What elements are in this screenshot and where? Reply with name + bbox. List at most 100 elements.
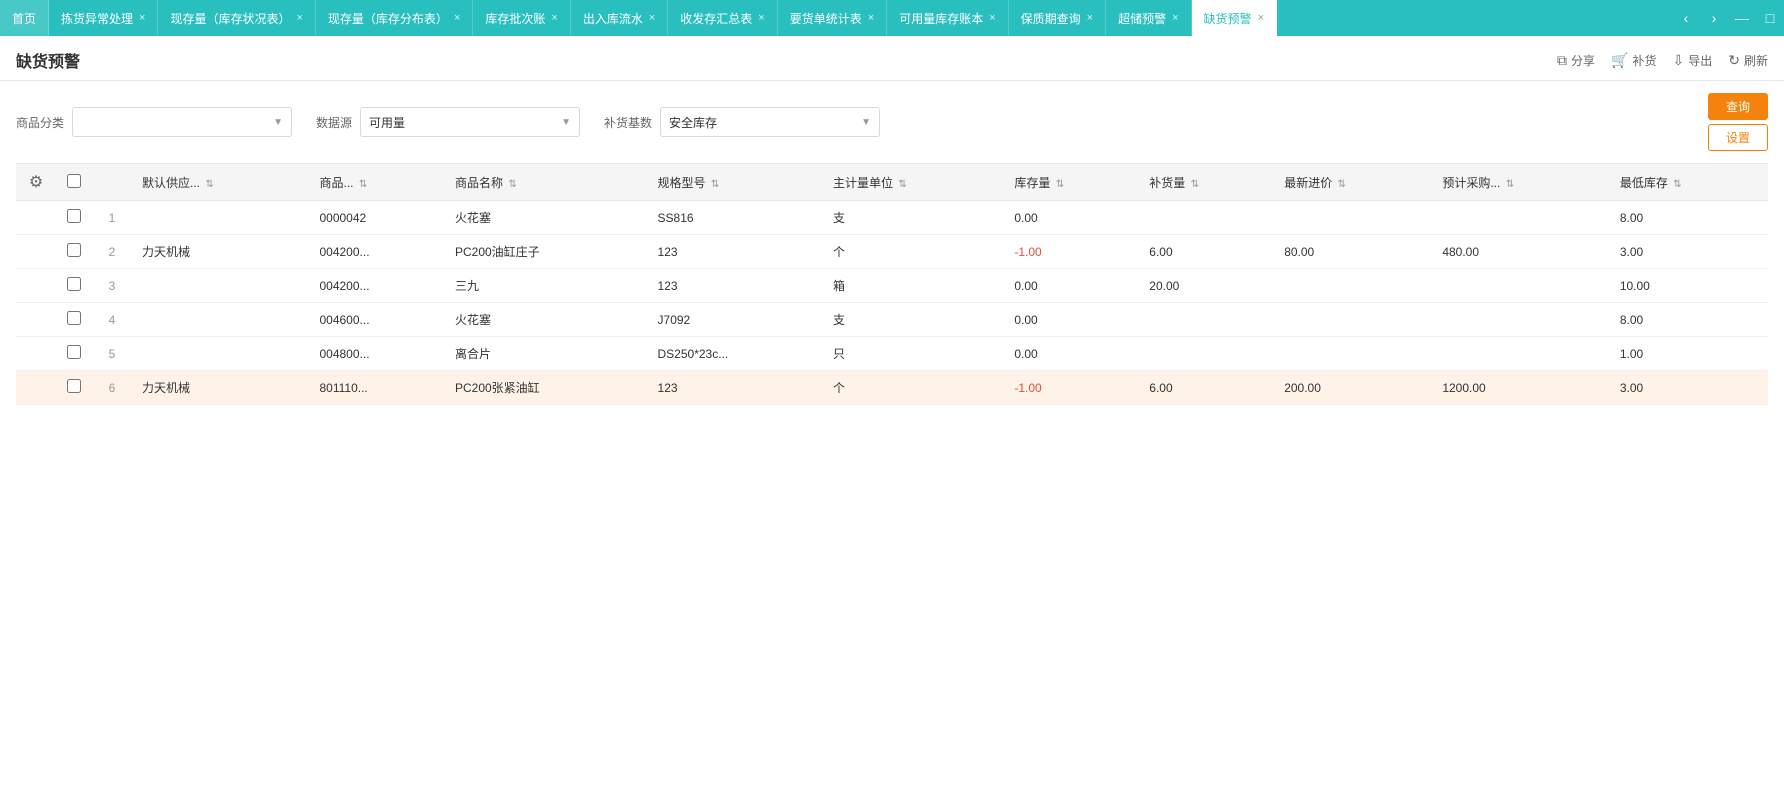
datasource-select[interactable]: 可用量 ▼	[360, 107, 580, 137]
row-product-code: 004200...	[309, 235, 445, 269]
tab-close-inventory-dist[interactable]: ×	[454, 12, 460, 24]
row-replenish-qty: 20.00	[1139, 269, 1274, 303]
row-checkbox-3[interactable]	[67, 311, 81, 325]
col-header-latest-price[interactable]: 最新进价 ⇅	[1274, 164, 1432, 201]
row-index: 4	[92, 303, 132, 337]
tab-next-button[interactable]: ›	[1700, 0, 1728, 36]
sort-icon-unit: ⇅	[898, 179, 906, 190]
datasource-chevron-down-icon: ▼	[561, 117, 571, 128]
row-product-name: PC200张紧油缸	[445, 371, 648, 405]
row-settings-cell	[16, 337, 56, 371]
refresh-button[interactable]: ↻ 刷新	[1728, 52, 1768, 69]
col-header-stock[interactable]: 库存量 ⇅	[1004, 164, 1139, 201]
row-replenish-qty	[1139, 201, 1274, 235]
sort-icon-product-name: ⇅	[508, 179, 516, 190]
row-replenish-qty	[1139, 337, 1274, 371]
export-button[interactable]: ⇩ 导出	[1673, 52, 1713, 69]
row-checkbox-cell	[56, 235, 92, 269]
tab-close-receipt-summary[interactable]: ×	[758, 12, 764, 24]
row-checkbox-0[interactable]	[67, 209, 81, 223]
tab-overstock[interactable]: 超储预警 ×	[1106, 0, 1191, 36]
tab-close-demand-stats[interactable]: ×	[868, 12, 874, 24]
share-button[interactable]: ⧉ 分享	[1557, 52, 1595, 69]
row-min-stock: 3.00	[1610, 371, 1768, 405]
tab-close-shortage[interactable]: ×	[1258, 12, 1264, 24]
row-settings-cell	[16, 235, 56, 269]
replenish-button[interactable]: 🛒 补货	[1611, 52, 1656, 69]
table-row: 4 004600... 火花塞 J7092 支 0.00 8.00	[16, 303, 1768, 337]
tab-minimize-button[interactable]: —	[1728, 0, 1756, 36]
row-spec: 123	[648, 371, 823, 405]
tab-demand-stats[interactable]: 要货单统计表 ×	[778, 0, 887, 36]
tab-home[interactable]: 首页	[0, 0, 49, 36]
tab-receipt-summary[interactable]: 收发存汇总表 ×	[668, 0, 777, 36]
row-product-name: 火花塞	[445, 303, 648, 337]
col-header-replenish-qty[interactable]: 补货量 ⇅	[1139, 164, 1274, 201]
category-chevron-down-icon: ▼	[273, 117, 283, 128]
row-supplier	[132, 303, 309, 337]
tab-prev-button[interactable]: ‹	[1672, 0, 1700, 36]
category-select[interactable]: ▼	[72, 107, 292, 137]
replenish-basis-chevron-down-icon: ▼	[861, 117, 871, 128]
tab-inout-flow[interactable]: 出入库流水 ×	[571, 0, 668, 36]
row-latest-price	[1274, 269, 1432, 303]
tab-close-inventory-status[interactable]: ×	[296, 12, 302, 24]
col-header-settings: ⚙	[16, 164, 56, 201]
row-spec: 123	[648, 235, 823, 269]
data-table: ⚙ 默认供应... ⇅ 商品... ⇅ 商品名称	[16, 163, 1768, 405]
row-index: 6	[92, 371, 132, 405]
tab-inventory-dist[interactable]: 现存量（库存分布表） ×	[316, 0, 473, 36]
tab-maximize-button[interactable]: □	[1756, 0, 1784, 36]
table-body: 1 0000042 火花塞 SS816 支 0.00 8.00 2 力天机械 0…	[16, 201, 1768, 405]
replenish-basis-select[interactable]: 安全库存 ▼	[660, 107, 880, 137]
row-stock: -1.00	[1004, 371, 1139, 405]
row-spec: 123	[648, 269, 823, 303]
col-header-index	[92, 164, 132, 201]
col-header-product-code[interactable]: 商品... ⇅	[309, 164, 445, 201]
col-header-min-stock[interactable]: 最低库存 ⇅	[1610, 164, 1768, 201]
row-checkbox-5[interactable]	[67, 379, 81, 393]
tab-batch-account[interactable]: 库存批次账 ×	[473, 0, 570, 36]
tab-expiry-query[interactable]: 保质期查询 ×	[1009, 0, 1106, 36]
row-checkbox-2[interactable]	[67, 277, 81, 291]
tab-close-available-ledger[interactable]: ×	[989, 12, 995, 24]
row-checkbox-cell	[56, 337, 92, 371]
tab-close-expiry-query[interactable]: ×	[1087, 12, 1093, 24]
tab-inventory-status[interactable]: 现存量（库存状况表） ×	[158, 0, 315, 36]
tab-close-batch-account[interactable]: ×	[551, 12, 557, 24]
settings-button[interactable]: 设置	[1708, 124, 1768, 151]
query-button[interactable]: 查询	[1708, 93, 1768, 120]
col-header-product-name[interactable]: 商品名称 ⇅	[445, 164, 648, 201]
col-header-unit[interactable]: 主计量单位 ⇅	[823, 164, 1004, 201]
tab-available-ledger[interactable]: 可用量库存账本 ×	[887, 0, 1008, 36]
tab-close-exception[interactable]: ×	[139, 12, 145, 24]
row-index: 2	[92, 235, 132, 269]
row-checkbox-4[interactable]	[67, 345, 81, 359]
tab-close-inout-flow[interactable]: ×	[649, 12, 655, 24]
tab-nav-buttons: ‹ › — □	[1672, 0, 1784, 36]
replenish-icon: 🛒	[1611, 52, 1628, 69]
col-header-estimated-purchase[interactable]: 预计采购... ⇅	[1432, 164, 1609, 201]
select-all-checkbox[interactable]	[67, 174, 81, 188]
row-checkbox-1[interactable]	[67, 243, 81, 257]
row-estimated-purchase	[1432, 269, 1609, 303]
tab-shortage[interactable]: 缺货预警 ×	[1192, 0, 1277, 36]
tab-close-overstock[interactable]: ×	[1172, 12, 1178, 24]
share-icon: ⧉	[1557, 52, 1567, 69]
row-replenish-qty: 6.00	[1139, 371, 1274, 405]
row-product-name: 离合片	[445, 337, 648, 371]
row-stock: 0.00	[1004, 269, 1139, 303]
filter-actions: 查询 设置	[1708, 93, 1768, 151]
tab-exception[interactable]: 拣货异常处理 ×	[49, 0, 158, 36]
table-row: 3 004200... 三九 123 箱 0.00 20.00 10.00	[16, 269, 1768, 303]
row-settings-cell	[16, 371, 56, 405]
col-header-default-supplier[interactable]: 默认供应... ⇅	[132, 164, 309, 201]
col-header-checkbox	[56, 164, 92, 201]
settings-gear-icon[interactable]: ⚙	[29, 174, 43, 191]
filter-bar: 商品分类 ▼ 数据源 可用量 ▼ 补货基数 安全库存 ▼ 查询 设置	[0, 81, 1784, 163]
col-header-spec[interactable]: 规格型号 ⇅	[648, 164, 823, 201]
datasource-filter-group: 数据源 可用量 ▼	[316, 107, 580, 137]
datasource-select-value: 可用量	[369, 114, 405, 131]
row-index: 3	[92, 269, 132, 303]
main-content: 缺货预警 ⧉ 分享 🛒 补货 ⇩ 导出 ↻ 刷新 商品分类	[0, 36, 1784, 796]
